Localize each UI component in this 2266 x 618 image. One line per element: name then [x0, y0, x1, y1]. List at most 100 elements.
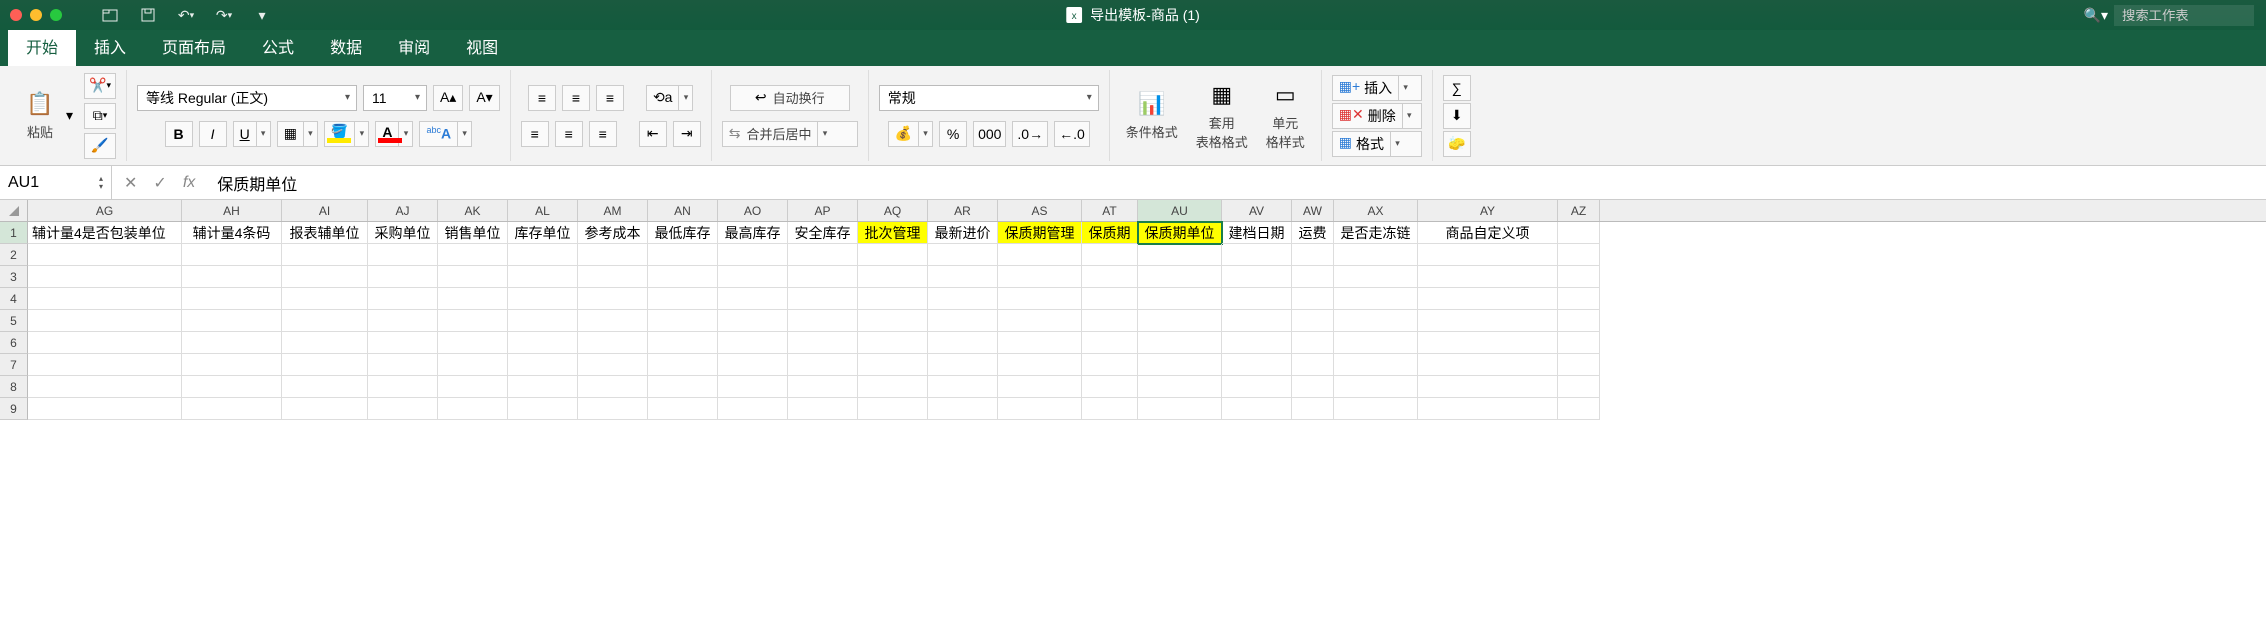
cell-AN4[interactable] [648, 288, 718, 310]
cell-AG5[interactable] [28, 310, 182, 332]
cell-AR7[interactable] [928, 354, 998, 376]
cell-AG6[interactable] [28, 332, 182, 354]
align-bottom-button[interactable]: ≡ [596, 85, 624, 111]
row-header-7[interactable]: 7 [0, 354, 28, 376]
row-header-9[interactable]: 9 [0, 398, 28, 420]
cell-AH9[interactable] [182, 398, 282, 420]
cell-AL3[interactable] [508, 266, 578, 288]
cell-AV6[interactable] [1222, 332, 1292, 354]
cell-AM8[interactable] [578, 376, 648, 398]
font-size-select[interactable]: 11 [363, 85, 427, 111]
cell-AU5[interactable] [1138, 310, 1222, 332]
tab-page-layout[interactable]: 页面布局 [144, 26, 244, 66]
insert-cells-button[interactable]: ▦+插入 [1332, 75, 1422, 101]
cell-AL4[interactable] [508, 288, 578, 310]
cell-AL9[interactable] [508, 398, 578, 420]
cell-AX9[interactable] [1334, 398, 1418, 420]
qat-customize-icon[interactable]: ▾ [250, 3, 274, 27]
cell-AI6[interactable] [282, 332, 368, 354]
cell-AV1[interactable]: 建档日期 [1222, 222, 1292, 244]
column-header-AJ[interactable]: AJ [368, 200, 438, 221]
tab-formulas[interactable]: 公式 [244, 26, 312, 66]
decrease-font-button[interactable]: A▾ [469, 85, 499, 111]
cell-AR2[interactable] [928, 244, 998, 266]
cell-AP2[interactable] [788, 244, 858, 266]
cell-AM9[interactable] [578, 398, 648, 420]
column-header-AQ[interactable]: AQ [858, 200, 928, 221]
cell-styles-button[interactable]: ▭ 单元 格样式 [1260, 79, 1311, 153]
cell-AW3[interactable] [1292, 266, 1334, 288]
cell-AU2[interactable] [1138, 244, 1222, 266]
cell-AW4[interactable] [1292, 288, 1334, 310]
cell-AM1[interactable]: 参考成本 [578, 222, 648, 244]
cell-AY3[interactable] [1418, 266, 1558, 288]
cell-AJ8[interactable] [368, 376, 438, 398]
cell-AK6[interactable] [438, 332, 508, 354]
cell-AK1[interactable]: 销售单位 [438, 222, 508, 244]
bold-button[interactable]: B [165, 121, 193, 147]
cell-AS3[interactable] [998, 266, 1082, 288]
cell-AK7[interactable] [438, 354, 508, 376]
column-header-AV[interactable]: AV [1222, 200, 1292, 221]
cell-AJ9[interactable] [368, 398, 438, 420]
column-header-AG[interactable]: AG [28, 200, 182, 221]
cell-AK9[interactable] [438, 398, 508, 420]
cell-AM4[interactable] [578, 288, 648, 310]
tab-home[interactable]: 开始 [8, 26, 76, 66]
percent-button[interactable]: % [939, 121, 967, 147]
cell-AN6[interactable] [648, 332, 718, 354]
cell-AH1[interactable]: 辅计量4条码 [182, 222, 282, 244]
cell-AW8[interactable] [1292, 376, 1334, 398]
cell-AP8[interactable] [788, 376, 858, 398]
align-middle-button[interactable]: ≡ [562, 85, 590, 111]
cell-AO1[interactable]: 最高库存 [718, 222, 788, 244]
cell-AP4[interactable] [788, 288, 858, 310]
fill-color-button[interactable]: 🪣 [324, 121, 369, 147]
cell-AT5[interactable] [1082, 310, 1138, 332]
conditional-format-button[interactable]: 📊 条件格式 [1120, 88, 1184, 143]
column-header-AN[interactable]: AN [648, 200, 718, 221]
clear-button[interactable]: 🧽 [1443, 131, 1471, 157]
format-painter-button[interactable]: 🖌️ [84, 133, 116, 159]
orientation-button[interactable]: ⟲a [646, 85, 694, 111]
cell-AS7[interactable] [998, 354, 1082, 376]
cell-AH5[interactable] [182, 310, 282, 332]
cell-AN5[interactable] [648, 310, 718, 332]
cell-AY2[interactable] [1418, 244, 1558, 266]
cell-AS4[interactable] [998, 288, 1082, 310]
cell-AL8[interactable] [508, 376, 578, 398]
cell-AV7[interactable] [1222, 354, 1292, 376]
column-header-AX[interactable]: AX [1334, 200, 1418, 221]
merge-center-button[interactable]: ⇆合并后居中 [722, 121, 858, 147]
tab-data[interactable]: 数据 [312, 26, 380, 66]
cell-AQ2[interactable] [858, 244, 928, 266]
format-cells-button[interactable]: ▦格式 [1332, 131, 1422, 157]
cell-AP3[interactable] [788, 266, 858, 288]
cell-AS6[interactable] [998, 332, 1082, 354]
cell-AU8[interactable] [1138, 376, 1222, 398]
cell-AT2[interactable] [1082, 244, 1138, 266]
cell-AV4[interactable] [1222, 288, 1292, 310]
border-button[interactable]: ▦ [277, 121, 318, 147]
increase-decimal-button[interactable]: .0→ [1012, 121, 1048, 147]
paste-button[interactable]: 📋 粘贴 [20, 88, 60, 143]
cancel-icon[interactable]: ✕ [124, 173, 137, 193]
column-header-AW[interactable]: AW [1292, 200, 1334, 221]
cell-AI2[interactable] [282, 244, 368, 266]
cell-AW7[interactable] [1292, 354, 1334, 376]
cell-AP6[interactable] [788, 332, 858, 354]
cell-AK2[interactable] [438, 244, 508, 266]
cell-AX7[interactable] [1334, 354, 1418, 376]
column-header-AO[interactable]: AO [718, 200, 788, 221]
cell-AZ1[interactable] [1558, 222, 1600, 244]
tab-review[interactable]: 审阅 [380, 26, 448, 66]
cell-AI7[interactable] [282, 354, 368, 376]
cell-AQ3[interactable] [858, 266, 928, 288]
cell-AG4[interactable] [28, 288, 182, 310]
row-header-5[interactable]: 5 [0, 310, 28, 332]
decrease-indent-button[interactable]: ⇤ [639, 121, 667, 147]
cell-AI8[interactable] [282, 376, 368, 398]
cell-AN7[interactable] [648, 354, 718, 376]
maximize-window-button[interactable] [50, 9, 62, 21]
cell-AG8[interactable] [28, 376, 182, 398]
